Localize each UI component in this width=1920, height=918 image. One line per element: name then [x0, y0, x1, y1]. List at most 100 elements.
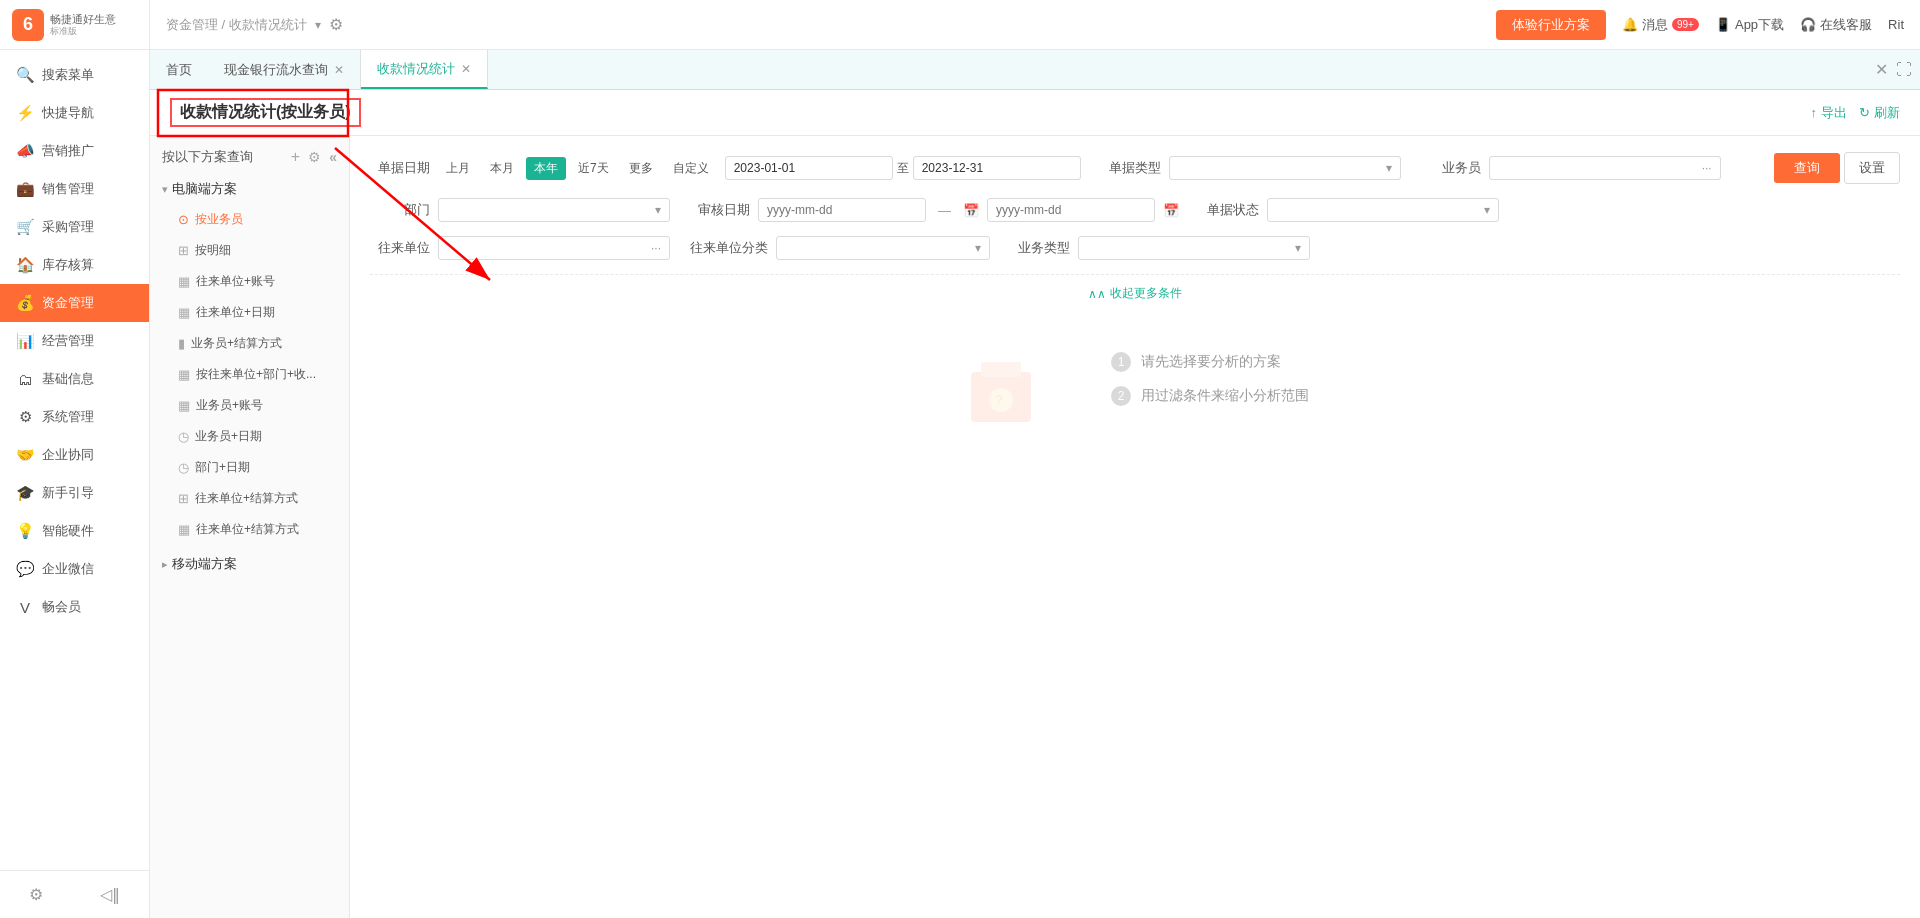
scheme-group-1: ▸移动端方案: [150, 549, 349, 579]
step-2-num: 2: [1111, 386, 1131, 406]
audit-to-input[interactable]: [987, 198, 1155, 222]
sidebar-item-企业协同[interactable]: 🤝企业协同: [0, 436, 149, 474]
query-panel: 单据日期 上月本月本年近7天更多自定义 至 单据类型 ▾: [350, 136, 1920, 918]
scheme-item-0-10[interactable]: ▦往来单位+结算方式: [150, 514, 349, 545]
headset-icon: 🎧: [1800, 17, 1816, 32]
sidebar-item-新手引导[interactable]: 🎓新手引导: [0, 474, 149, 512]
breadcrumb-chevron-icon[interactable]: ▾: [315, 18, 321, 32]
scheme-groups-container: ▾电脑端方案⊙按业务员⊞按明细▦往来单位+账号▦往来单位+日期▮业务员+结算方式…: [150, 174, 349, 579]
sidebar-item-采购管理[interactable]: 🛒采购管理: [0, 208, 149, 246]
scheme-group-header-1[interactable]: ▸移动端方案: [150, 549, 349, 579]
date-shortcuts: 上月本月本年近7天更多自定义: [438, 157, 717, 180]
sidebar-item-资金管理[interactable]: 💰资金管理: [0, 284, 149, 322]
query-button[interactable]: 查询: [1774, 153, 1840, 183]
user-name-btn[interactable]: Rit: [1888, 17, 1904, 32]
top-header-left: 资金管理 / 收款情况统计 ▾ ⚙: [166, 15, 343, 34]
add-scheme-icon[interactable]: +: [291, 148, 300, 166]
dept-label: 部门: [370, 201, 430, 219]
sidebar-settings-btn[interactable]: ⚙: [21, 881, 51, 908]
date-shortcut-更多[interactable]: 更多: [621, 157, 661, 180]
tab-cashflow-close-icon[interactable]: ✕: [334, 63, 344, 77]
sidebar-item-畅会员[interactable]: V畅会员: [0, 588, 149, 626]
settings-button[interactable]: 设置: [1844, 152, 1900, 184]
nav-icon-2: 📣: [16, 142, 34, 160]
header-settings-icon[interactable]: ⚙: [329, 15, 343, 34]
nav-icon-5: 🏠: [16, 256, 34, 274]
salesman-select[interactable]: ···: [1489, 156, 1721, 180]
partner-category-select[interactable]: ▾: [776, 236, 990, 260]
audit-from-input[interactable]: [758, 198, 926, 222]
scheme-item-0-3[interactable]: ▦往来单位+日期: [150, 297, 349, 328]
maximize-window-icon[interactable]: ⛶: [1896, 61, 1912, 79]
audit-date-label: 审核日期: [690, 201, 750, 219]
export-button[interactable]: ↑ 导出: [1811, 104, 1848, 122]
partner-select[interactable]: ···: [438, 236, 670, 260]
nav-icon-3: 💼: [16, 180, 34, 198]
scheme-group-header-0[interactable]: ▾电脑端方案: [150, 174, 349, 204]
sidebar-item-营销推广[interactable]: 📣营销推广: [0, 132, 149, 170]
date-to-input[interactable]: [913, 156, 1081, 180]
bill-status-chevron-icon: ▾: [1484, 203, 1490, 217]
sidebar-item-智能硬件[interactable]: 💡智能硬件: [0, 512, 149, 550]
scheme-item-grid-icon: ⊞: [178, 491, 189, 506]
page-header: 收款情况统计(按业务员) ↑ 导出 ↻ 刷新: [150, 90, 1920, 136]
calendar-icon-2[interactable]: 📅: [1163, 203, 1179, 218]
nav-icon-1: ⚡: [16, 104, 34, 122]
calendar-icon-1[interactable]: 📅: [963, 203, 979, 218]
filter-bill-status-item: 单据状态 ▾: [1199, 198, 1499, 222]
close-window-icon[interactable]: ✕: [1875, 60, 1888, 79]
sidebar-item-快捷导航[interactable]: ⚡快捷导航: [0, 94, 149, 132]
sidebar-collapse-btn[interactable]: ◁‖: [92, 881, 128, 908]
partner-category-label: 往来单位分类: [690, 239, 768, 257]
scheme-panel-icons: + ⚙ «: [291, 148, 337, 166]
scheme-item-0-2[interactable]: ▦往来单位+账号: [150, 266, 349, 297]
scheme-item-0-8[interactable]: ◷部门+日期: [150, 452, 349, 483]
tab-cashflow[interactable]: 现金银行流水查询 ✕: [208, 50, 361, 89]
bill-status-select[interactable]: ▾: [1267, 198, 1499, 222]
partner-dots-icon[interactable]: ···: [651, 241, 661, 255]
date-from-input[interactable]: [725, 156, 893, 180]
sidebar-item-基础信息[interactable]: 🗂基础信息: [0, 360, 149, 398]
tab-home[interactable]: 首页: [150, 50, 208, 89]
scheme-item-0-5[interactable]: ▦按往来单位+部门+收...: [150, 359, 349, 390]
date-shortcut-自定义[interactable]: 自定义: [665, 157, 717, 180]
tab-collection-close-icon[interactable]: ✕: [461, 62, 471, 76]
scheme-item-0-0[interactable]: ⊙按业务员: [150, 204, 349, 235]
date-shortcut-近7天[interactable]: 近7天: [570, 157, 617, 180]
filter-partner-item: 往来单位 ···: [370, 236, 670, 260]
scheme-group-0: ▾电脑端方案⊙按业务员⊞按明细▦往来单位+账号▦往来单位+日期▮业务员+结算方式…: [150, 174, 349, 545]
app-download-btn[interactable]: 📱 App下载: [1715, 16, 1784, 34]
sidebar-item-企业微信[interactable]: 💬企业微信: [0, 550, 149, 588]
sidebar-item-库存核算[interactable]: 🏠库存核算: [0, 246, 149, 284]
bill-type-select[interactable]: ▾: [1169, 156, 1401, 180]
sidebar-item-销售管理[interactable]: 💼销售管理: [0, 170, 149, 208]
collapse-bar[interactable]: ∧∧ 收起更多条件: [370, 274, 1900, 312]
sidebar-item-系统管理[interactable]: ⚙系统管理: [0, 398, 149, 436]
date-shortcut-本年[interactable]: 本年: [526, 157, 566, 180]
date-shortcut-本月[interactable]: 本月: [482, 157, 522, 180]
collapse-scheme-icon[interactable]: «: [329, 149, 337, 165]
audit-date-separator: —: [938, 203, 951, 218]
filter-dept-item: 部门 ▾: [370, 198, 670, 222]
salesman-dots-icon[interactable]: ···: [1702, 161, 1712, 175]
scheme-item-0-6[interactable]: ▦业务员+账号: [150, 390, 349, 421]
filter-audit-date-item: 审核日期 — 📅 📅: [690, 198, 1179, 222]
refresh-button[interactable]: ↻ 刷新: [1859, 104, 1900, 122]
scheme-item-0-9[interactable]: ⊞往来单位+结算方式: [150, 483, 349, 514]
scheme-item-0-1[interactable]: ⊞按明细: [150, 235, 349, 266]
scheme-item-table-icon: ▦: [178, 367, 190, 382]
trial-industry-button[interactable]: 体验行业方案: [1496, 10, 1606, 40]
date-shortcut-上月[interactable]: 上月: [438, 157, 478, 180]
scheme-item-0-7[interactable]: ◷业务员+日期: [150, 421, 349, 452]
tab-collection-stats[interactable]: 收款情况统计 ✕: [361, 50, 488, 89]
scheme-item-0-4[interactable]: ▮业务员+结算方式: [150, 328, 349, 359]
sidebar-item-经营管理[interactable]: 📊经营管理: [0, 322, 149, 360]
sidebar-item-搜索菜单[interactable]: 🔍搜索菜单: [0, 56, 149, 94]
online-service-btn[interactable]: 🎧 在线客服: [1800, 16, 1872, 34]
scheme-item-clock-icon: ◷: [178, 460, 189, 475]
biz-type-select[interactable]: ▾: [1078, 236, 1310, 260]
dept-select[interactable]: ▾: [438, 198, 670, 222]
message-btn[interactable]: 🔔 消息 99+: [1622, 16, 1699, 34]
settings-scheme-icon[interactable]: ⚙: [308, 149, 321, 165]
filter-biz-type-item: 业务类型 ▾: [1010, 236, 1310, 260]
